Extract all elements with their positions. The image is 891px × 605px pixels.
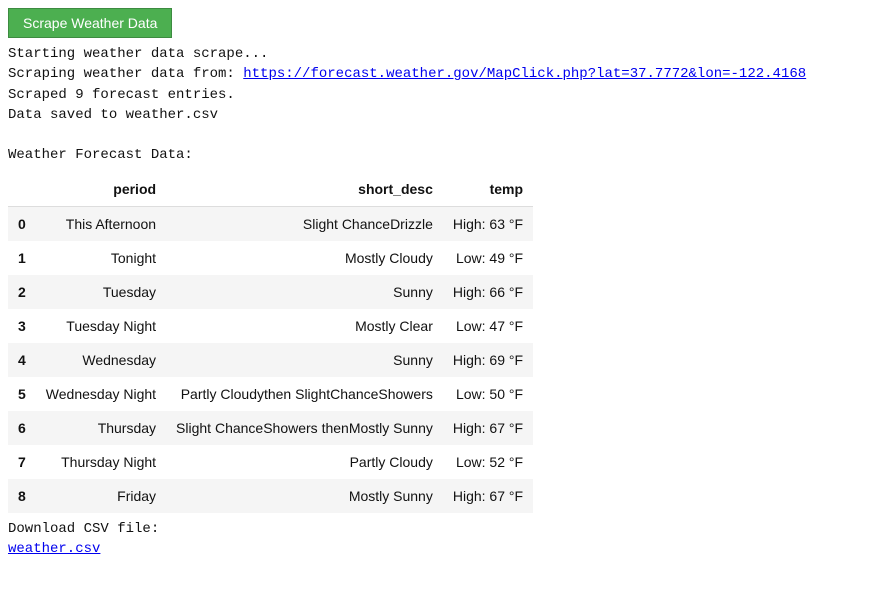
log-line-start: Starting weather data scrape... bbox=[8, 46, 268, 62]
log-line-count: Scraped 9 forecast entries. bbox=[8, 87, 235, 103]
table-row: 6ThursdaySlight ChanceShowers thenMostly… bbox=[8, 411, 533, 445]
cell-temp: Low: 47 °F bbox=[443, 309, 533, 343]
cell-temp: High: 63 °F bbox=[443, 206, 533, 241]
column-header-period: period bbox=[36, 172, 166, 207]
row-index: 2 bbox=[8, 275, 36, 309]
column-header-index bbox=[8, 172, 36, 207]
cell-period: Tuesday bbox=[36, 275, 166, 309]
cell-short_desc: Partly Cloudy bbox=[166, 445, 443, 479]
cell-period: Tonight bbox=[36, 241, 166, 275]
scrape-weather-button[interactable]: Scrape Weather Data bbox=[8, 8, 172, 38]
cell-short_desc: Slight ChanceShowers thenMostly Sunny bbox=[166, 411, 443, 445]
cell-period: Wednesday Night bbox=[36, 377, 166, 411]
row-index: 5 bbox=[8, 377, 36, 411]
row-index: 1 bbox=[8, 241, 36, 275]
forecast-heading: Weather Forecast Data: bbox=[8, 147, 193, 163]
download-label: Download CSV file: bbox=[8, 521, 159, 537]
download-csv-link[interactable]: weather.csv bbox=[8, 541, 100, 557]
cell-short_desc: Slight ChanceDrizzle bbox=[166, 206, 443, 241]
cell-short_desc: Mostly Sunny bbox=[166, 479, 443, 513]
cell-temp: High: 69 °F bbox=[443, 343, 533, 377]
cell-temp: Low: 52 °F bbox=[443, 445, 533, 479]
table-row: 3Tuesday NightMostly ClearLow: 47 °F bbox=[8, 309, 533, 343]
cell-temp: High: 67 °F bbox=[443, 479, 533, 513]
cell-short_desc: Mostly Clear bbox=[166, 309, 443, 343]
cell-period: Thursday Night bbox=[36, 445, 166, 479]
row-index: 8 bbox=[8, 479, 36, 513]
log-line-url-prefix: Scraping weather data from: bbox=[8, 66, 243, 82]
cell-short_desc: Partly Cloudythen SlightChanceShowers bbox=[166, 377, 443, 411]
table-row: 8FridayMostly SunnyHigh: 67 °F bbox=[8, 479, 533, 513]
cell-short_desc: Sunny bbox=[166, 343, 443, 377]
forecast-table: period short_desc temp 0This AfternoonSl… bbox=[8, 172, 533, 513]
log-line-saved: Data saved to weather.csv bbox=[8, 107, 218, 123]
row-index: 0 bbox=[8, 206, 36, 241]
row-index: 6 bbox=[8, 411, 36, 445]
cell-period: Friday bbox=[36, 479, 166, 513]
download-section: Download CSV file: weather.csv bbox=[8, 519, 883, 560]
cell-period: Thursday bbox=[36, 411, 166, 445]
cell-period: Wednesday bbox=[36, 343, 166, 377]
cell-period: Tuesday Night bbox=[36, 309, 166, 343]
column-header-short-desc: short_desc bbox=[166, 172, 443, 207]
cell-temp: High: 67 °F bbox=[443, 411, 533, 445]
cell-short_desc: Sunny bbox=[166, 275, 443, 309]
row-index: 3 bbox=[8, 309, 36, 343]
column-header-temp: temp bbox=[443, 172, 533, 207]
table-row: 1TonightMostly CloudyLow: 49 °F bbox=[8, 241, 533, 275]
output-log: Starting weather data scrape... Scraping… bbox=[8, 44, 883, 166]
cell-period: This Afternoon bbox=[36, 206, 166, 241]
table-row: 0This AfternoonSlight ChanceDrizzleHigh:… bbox=[8, 206, 533, 241]
cell-short_desc: Mostly Cloudy bbox=[166, 241, 443, 275]
table-row: 2TuesdaySunnyHigh: 66 °F bbox=[8, 275, 533, 309]
row-index: 7 bbox=[8, 445, 36, 479]
cell-temp: High: 66 °F bbox=[443, 275, 533, 309]
scrape-url-link[interactable]: https://forecast.weather.gov/MapClick.ph… bbox=[243, 66, 806, 82]
cell-temp: Low: 49 °F bbox=[443, 241, 533, 275]
table-row: 7Thursday NightPartly CloudyLow: 52 °F bbox=[8, 445, 533, 479]
row-index: 4 bbox=[8, 343, 36, 377]
table-row: 4WednesdaySunnyHigh: 69 °F bbox=[8, 343, 533, 377]
cell-temp: Low: 50 °F bbox=[443, 377, 533, 411]
table-row: 5Wednesday NightPartly Cloudythen Slight… bbox=[8, 377, 533, 411]
